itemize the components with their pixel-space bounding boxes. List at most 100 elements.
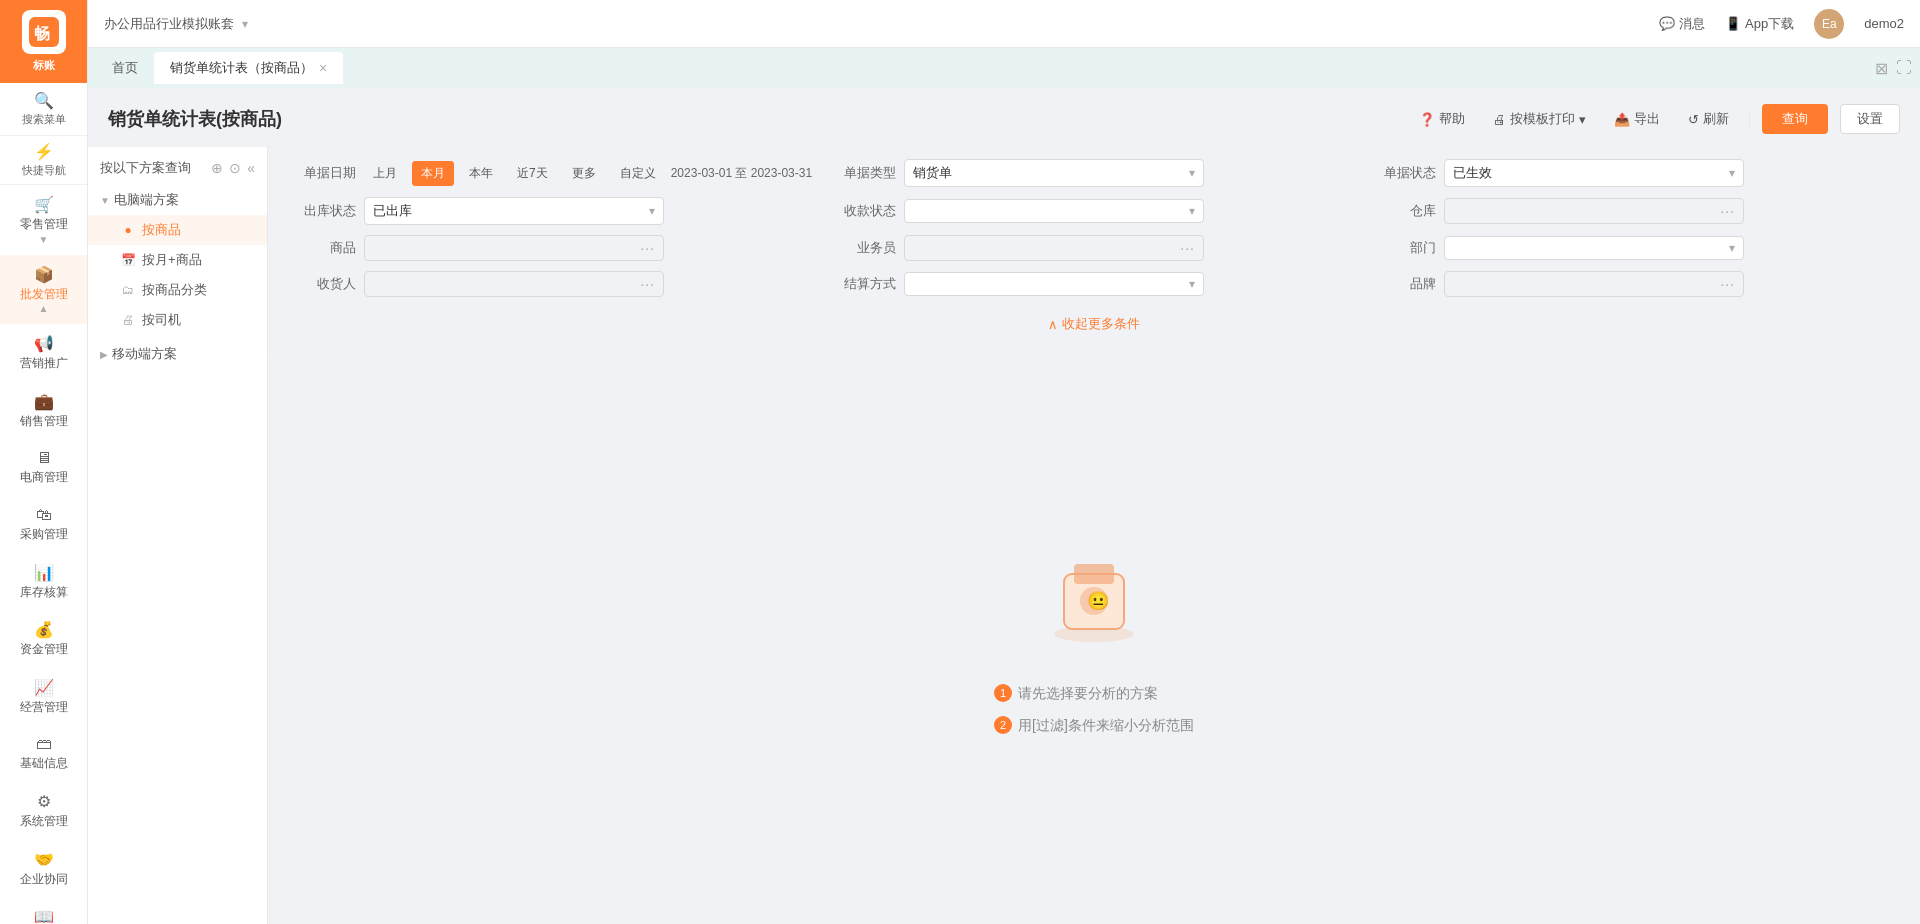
sidebar-item-system[interactable]: ⚙ 系统管理 [0, 782, 87, 840]
out-status-arrow: ▾ [649, 204, 655, 218]
export-label: 导出 [1634, 110, 1660, 128]
sidebar-search-menu[interactable]: 🔍 搜索菜单 [0, 83, 87, 136]
salesman-input[interactable]: ··· [904, 235, 1204, 261]
close-window-btn[interactable]: ⊠ [1875, 59, 1888, 78]
sidebar-item-purchase[interactable]: 🛍 采购管理 [0, 496, 87, 553]
doc-status-select[interactable]: 已生效 ▾ [1444, 159, 1744, 187]
date-btn-more[interactable]: 更多 [563, 161, 605, 186]
date-label: 单据日期 [284, 164, 364, 182]
wholesale-icon: 📦 [34, 265, 54, 284]
ecommerce-icon: 🖥 [36, 449, 52, 467]
date-btn-last-month[interactable]: 上月 [364, 161, 406, 186]
maximize-btn[interactable]: ⛶ [1896, 59, 1912, 78]
mobile-group-label: 移动端方案 [112, 345, 177, 363]
receiver-input[interactable]: ··· [364, 271, 664, 297]
department-arrow: ▾ [1729, 241, 1735, 255]
sidebar-item-basics[interactable]: 🗃 基础信息 [0, 725, 87, 782]
sidebar-search-label: 搜索菜单 [22, 112, 66, 127]
receiver-dots-icon: ··· [640, 276, 655, 292]
sidebar-item-guide[interactable]: 📖 新手引导 [0, 897, 87, 924]
empty-state-text: 1 请先选择要分析的方案 2 用[过滤]条件来缩小分析范围 [994, 679, 1194, 739]
settings-solution-icon[interactable]: ⊙ [229, 160, 241, 176]
mobile-group-arrow: ▶ [100, 349, 108, 360]
step-2-text: 用[过滤]条件来缩小分析范围 [1018, 711, 1194, 739]
warehouse-input[interactable]: ··· [1444, 198, 1744, 224]
sidebar-item-wholesale[interactable]: 📦 批发管理 ▲ [0, 255, 87, 325]
warehouse-dots-icon: ··· [1720, 203, 1735, 219]
by-month-product-icon: 📅 [120, 252, 136, 268]
sidebar-item-ecommerce[interactable]: 🖥 电商管理 [0, 439, 87, 496]
sales-mgmt-label: 销售管理 [20, 414, 68, 430]
solution-group-desktop-header[interactable]: ▼ 电脑端方案 [88, 185, 267, 215]
solution-item-by-product[interactable]: ● 按商品 [88, 215, 267, 245]
export-button[interactable]: 📤 导出 [1606, 106, 1668, 132]
header-right: 💬 消息 📱 App下载 Ea demo2 [1659, 9, 1904, 39]
doc-type-label: 单据类型 [824, 164, 904, 182]
retail-arrow: ▼ [39, 234, 49, 245]
sidebar-quick-nav[interactable]: ⚡ 快捷导航 [0, 136, 87, 185]
tab-sales-stats[interactable]: 销货单统计表（按商品） × [154, 52, 343, 84]
receipt-status-select[interactable]: ▾ [904, 199, 1204, 223]
payment-select[interactable]: ▾ [904, 272, 1204, 296]
tab-home[interactable]: 首页 [96, 52, 154, 84]
main-body: 按以下方案查询 ⊕ ⊙ « ▼ 电脑端方案 ● 按商品 📅 按 [88, 147, 1920, 924]
brand-input[interactable]: ··· [1444, 271, 1744, 297]
refresh-button[interactable]: ↺ 刷新 [1680, 106, 1737, 132]
date-btn-7days[interactable]: 近7天 [508, 161, 557, 186]
solution-item-by-product-category[interactable]: 🗂 按商品分类 [88, 275, 267, 305]
solution-item-by-month-product[interactable]: 📅 按月+商品 [88, 245, 267, 275]
sidebar-logo[interactable]: 畅 标账 [0, 0, 87, 83]
search-icon: 🔍 [34, 91, 54, 110]
system-label: 系统管理 [20, 814, 68, 830]
sidebar-item-operations[interactable]: 📈 经营管理 [0, 668, 87, 726]
sidebar-item-inventory[interactable]: 📊 库存核算 [0, 553, 87, 611]
doc-type-select[interactable]: 销货单 ▾ [904, 159, 1204, 187]
query-button[interactable]: 查询 [1762, 104, 1828, 134]
sidebar-item-finance[interactable]: 💰 资金管理 [0, 610, 87, 668]
settings-button[interactable]: 设置 [1840, 104, 1900, 134]
top-header: 办公用品行业模拟账套 ▾ 💬 消息 📱 App下载 Ea demo2 [88, 0, 1920, 48]
app-download-action[interactable]: 📱 App下载 [1725, 15, 1794, 33]
finance-label: 资金管理 [20, 642, 68, 658]
desktop-group-arrow: ▼ [100, 195, 110, 206]
solution-group-mobile-header[interactable]: ▶ 移动端方案 [88, 339, 267, 369]
out-status-label: 出库状态 [284, 202, 364, 220]
tab-close-icon[interactable]: × [319, 61, 327, 75]
sidebar-item-marketing[interactable]: 📢 营销推广 [0, 324, 87, 382]
user-name: demo2 [1864, 16, 1904, 31]
out-status-select[interactable]: 已出库 ▾ [364, 197, 664, 225]
step-1-num: 1 [994, 684, 1012, 702]
by-product-icon: ● [120, 222, 136, 238]
sidebar-item-sales-mgmt[interactable]: 💼 销售管理 [0, 382, 87, 440]
add-solution-icon[interactable]: ⊕ [211, 160, 223, 176]
help-button[interactable]: ❓ 帮助 [1411, 106, 1473, 132]
inventory-label: 库存核算 [20, 585, 68, 601]
by-copier-icon: 🖨 [120, 312, 136, 328]
tab-sales-stats-label: 销货单统计表（按商品） [170, 59, 313, 77]
date-group: 上月 本月 本年 近7天 更多 自定义 2023-03-01 至 2023-03… [364, 161, 824, 186]
collapse-panel-icon[interactable]: « [247, 160, 255, 176]
date-btn-custom[interactable]: 自定义 [611, 161, 665, 186]
date-btn-this-year[interactable]: 本年 [460, 161, 502, 186]
collapse-button[interactable]: ∧ 收起更多条件 [284, 307, 1904, 341]
step-1-text: 请先选择要分析的方案 [1018, 679, 1158, 707]
sidebar-item-retail[interactable]: 🛒 零售管理 ▼ [0, 185, 87, 255]
by-product-category-icon: 🗂 [120, 282, 136, 298]
logo-text: 标账 [33, 58, 55, 73]
retail-icon: 🛒 [34, 195, 54, 214]
goods-input[interactable]: ··· [364, 235, 664, 261]
message-action[interactable]: 💬 消息 [1659, 15, 1705, 33]
avatar[interactable]: Ea [1814, 9, 1844, 39]
app-download-icon: 📱 [1725, 16, 1741, 31]
solution-item-by-copier[interactable]: 🖨 按司机 [88, 305, 267, 335]
export-icon: 📤 [1614, 112, 1630, 127]
guide-icon: 📖 [34, 907, 54, 924]
department-select[interactable]: ▾ [1444, 236, 1744, 260]
template-print-button[interactable]: 🖨 按模板打印 ▾ [1485, 106, 1594, 132]
desktop-group-label: 电脑端方案 [114, 191, 179, 209]
breadcrumb: 办公用品行业模拟账套 [104, 15, 234, 33]
sidebar-item-cooperation[interactable]: 🤝 企业协同 [0, 840, 87, 898]
inventory-icon: 📊 [34, 563, 54, 582]
breadcrumb-dropdown-icon[interactable]: ▾ [242, 17, 248, 31]
date-btn-this-month[interactable]: 本月 [412, 161, 454, 186]
